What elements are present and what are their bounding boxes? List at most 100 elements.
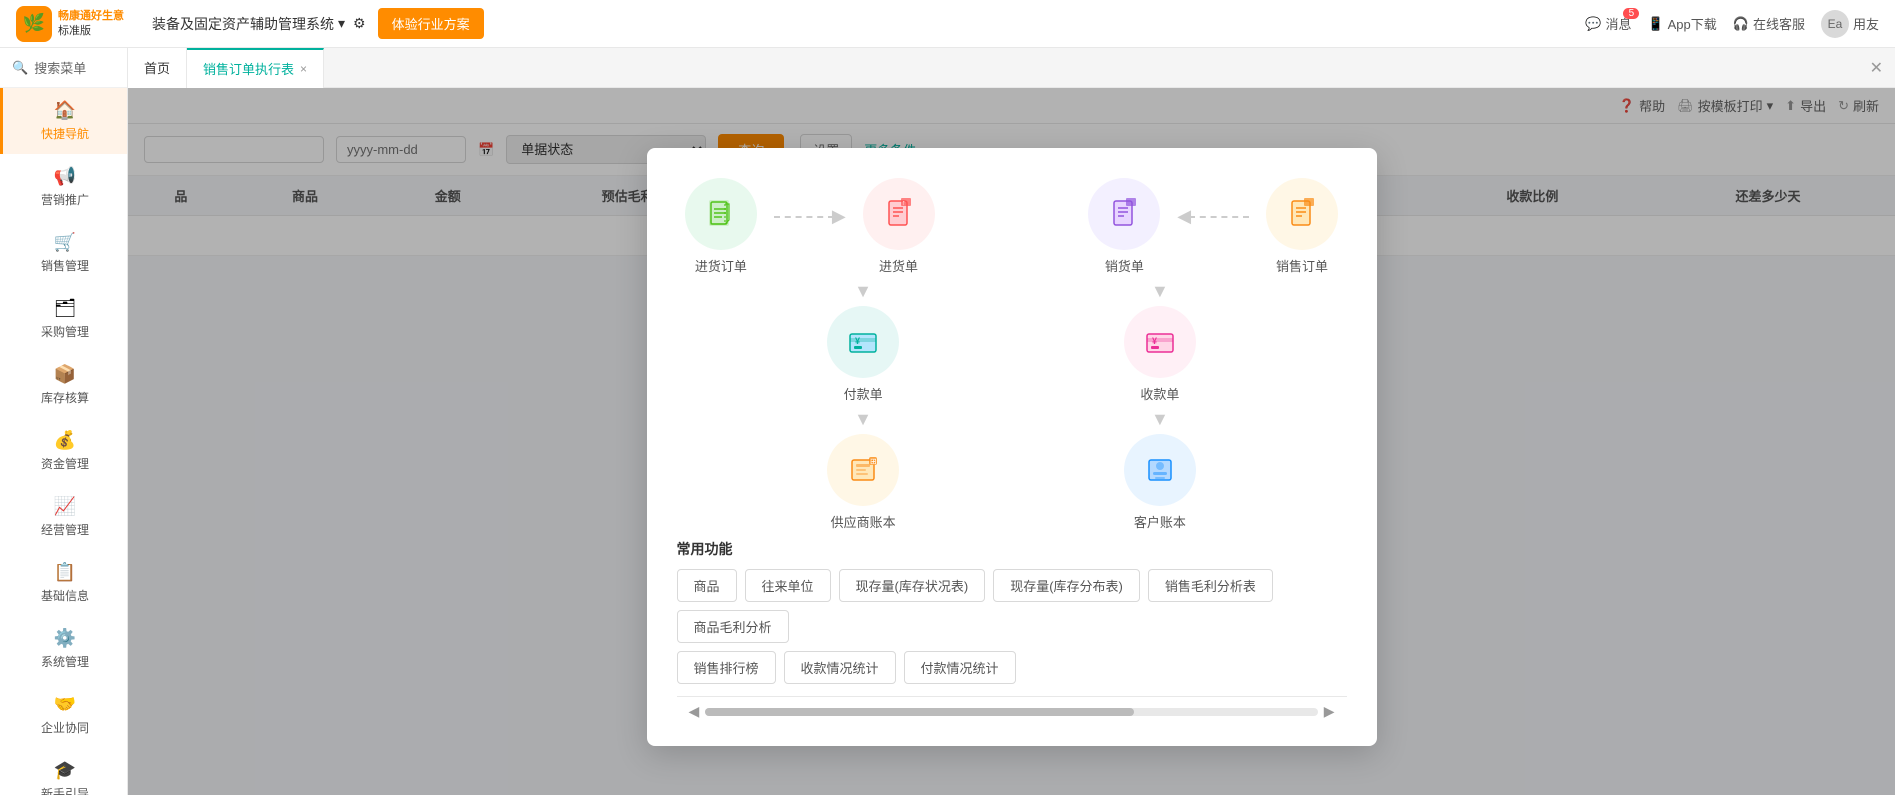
message-icon: 💬 (1585, 16, 1601, 32)
close-all-tabs-btn[interactable]: ✕ (1858, 58, 1895, 78)
sales-order-node[interactable] (1266, 178, 1338, 250)
app-wrapper: 🌿 畅康通好生意 标准版 装备及固定资产辅助管理系统 ▾ ⚙ 体验行业方案 💬 … (0, 0, 1895, 795)
search-icon: 🔍 (12, 60, 28, 76)
sidebar-item-operation[interactable]: 📈 经营管理 (0, 484, 127, 550)
marketing-icon: 📢 (54, 166, 76, 187)
system-title-text: 装备及固定资产辅助管理系统 (152, 14, 334, 34)
message-btn[interactable]: 💬 消息 5 (1585, 14, 1631, 33)
sidebar-item-basic[interactable]: 📋 基础信息 (0, 550, 127, 616)
sales-bill-node[interactable] (1088, 178, 1160, 250)
sidebar-item-quick[interactable]: 🏠 快捷导航 (0, 88, 127, 154)
modal-box: 进货订单 ▶ ↑ (647, 148, 1377, 746)
svg-text:¥: ¥ (855, 336, 860, 346)
func-buttons: 商品 往来单位 现存量(库存状况表) 现存量(库存分布表) 销售毛利分析表 商品… (677, 569, 1347, 643)
trial-button[interactable]: 体验行业方案 (378, 8, 484, 39)
down-arrows-row-2: ▼ ▼ (677, 409, 1347, 430)
message-badge: 5 (1623, 8, 1639, 19)
down-arrow-purchase: ▼ (827, 281, 899, 302)
s3 (1248, 409, 1320, 430)
sidebar-guide-label: 新手引导 (41, 785, 89, 795)
sales-bill-label: 销货单 (1105, 256, 1144, 275)
quick-func-section: 常用功能 商品 往来单位 现存量(库存状况表) 现存量(库存分布表) 销售毛利分… (677, 539, 1347, 684)
func-btn-partner[interactable]: 往来单位 (745, 569, 831, 602)
logo-line1: 畅康通好生意 (58, 9, 124, 23)
sidebar-operation-label: 经营管理 (41, 521, 89, 538)
service-label: 在线客服 (1753, 14, 1805, 33)
operation-icon: 📈 (54, 496, 76, 517)
flow-item-supplier-account: ⊞ 供应商账本 (827, 434, 899, 531)
sidebar-purchase-label: 采购管理 (41, 323, 89, 340)
purchase-bill-label: 进货单 (879, 256, 918, 275)
sales-order-label: 销售订单 (1276, 256, 1328, 275)
service-btn[interactable]: 🎧 在线客服 (1733, 14, 1805, 33)
spacer-down-2 (1248, 281, 1320, 302)
payment-node[interactable]: ¥ (827, 306, 899, 378)
flow-row-1: 进货订单 ▶ ↑ (677, 178, 1347, 275)
sidebar-item-marketing[interactable]: 📢 营销推广 (0, 154, 127, 220)
dropdown-icon[interactable]: ▾ (338, 15, 345, 32)
quick-func-title: 常用功能 (677, 539, 1347, 559)
app-download-btn[interactable]: 📱 App下载 (1647, 14, 1716, 33)
sidebar-item-guide[interactable]: 🎓 新手引导 (0, 748, 127, 795)
gear-icon[interactable]: ⚙ (353, 15, 366, 32)
supplier-account-node[interactable]: ⊞ (827, 434, 899, 506)
svg-text:⊞: ⊞ (870, 457, 877, 466)
purchase-icon: 🗂 (54, 298, 77, 319)
sidebar-item-inventory[interactable]: 📦 库存核算 (0, 352, 127, 418)
func-btn-sales-rank[interactable]: 销售排行榜 (677, 651, 776, 684)
sidebar-item-system[interactable]: ⚙️ 系统管理 (0, 616, 127, 682)
func-btn-sales-gross[interactable]: 销售毛利分析表 (1148, 569, 1273, 602)
sales-icon: 🛒 (54, 232, 76, 253)
purchase-order-node[interactable] (685, 178, 757, 250)
purchase-bill-node[interactable]: ↑ (863, 178, 935, 250)
func-btn-stock-status[interactable]: 现存量(库存状况表) (839, 569, 986, 602)
logo-text: 畅康通好生意 标准版 (58, 9, 124, 38)
logo-area: 🌿 畅康通好生意 标准版 (16, 6, 144, 42)
func-btn-product-gross[interactable]: 商品毛利分析 (677, 610, 789, 643)
scroll-bar-area: ◀ ▶ (677, 696, 1347, 726)
sidebar-item-sales[interactable]: 🛒 销售管理 (0, 220, 127, 286)
sidebar-quick-label: 快捷导航 (41, 125, 89, 142)
func-btn-stock-dist[interactable]: 现存量(库存分布表) (993, 569, 1140, 602)
flow-item-purchase-order: 进货订单 (685, 178, 757, 275)
scroll-right-btn[interactable]: ▶ (1324, 703, 1335, 720)
flow-row-2: ¥ 付款单 ¥ 收款单 (677, 306, 1347, 403)
sidebar-item-finance[interactable]: 💰 资金管理 (0, 418, 127, 484)
func-btn-payment-stats[interactable]: 付款情况统计 (904, 651, 1016, 684)
search-menu[interactable]: 🔍 搜索菜单 (0, 48, 127, 88)
svg-text:↑: ↑ (902, 200, 906, 207)
flow-item-customer-account: 客户账本 (1124, 434, 1196, 531)
top-bar: 🌿 畅康通好生意 标准版 装备及固定资产辅助管理系统 ▾ ⚙ 体验行业方案 💬 … (0, 0, 1895, 48)
receipt-node[interactable]: ¥ (1124, 306, 1196, 378)
customer-account-node[interactable] (1124, 434, 1196, 506)
scroll-track (705, 708, 1317, 716)
flow-item-sales-bill: 销货单 (1088, 178, 1160, 275)
scroll-thumb[interactable] (705, 708, 1134, 716)
tab-close-icon[interactable]: × (300, 62, 307, 76)
func-buttons-row2: 销售排行榜 收款情况统计 付款情况统计 (677, 651, 1347, 684)
sidebar-item-purchase[interactable]: 🗂 采购管理 (0, 286, 127, 352)
sidebar: 🔍 搜索菜单 🏠 快捷导航 📢 营销推广 🛒 销售管理 🗂 采购管理 📦 (0, 48, 128, 795)
arrow-1: ▶ (774, 206, 846, 227)
tab-sales-order[interactable]: 销售订单执行表 × (187, 48, 324, 88)
user-btn[interactable]: Ea 用友 (1821, 10, 1879, 38)
tab-home[interactable]: 首页 (128, 48, 187, 88)
sidebar-inventory-label: 库存核算 (41, 389, 89, 406)
search-menu-label: 搜索菜单 (34, 58, 86, 77)
flow-item-payment: ¥ 付款单 (827, 306, 899, 403)
scroll-left-btn[interactable]: ◀ (689, 703, 700, 720)
func-btn-receipt-stats[interactable]: 收款情况统计 (784, 651, 896, 684)
app-label: App下载 (1668, 14, 1717, 33)
flow-item-receipt: ¥ 收款单 (1124, 306, 1196, 403)
func-btn-product[interactable]: 商品 (677, 569, 737, 602)
system-icon: ⚙️ (54, 628, 76, 649)
sidebar-system-label: 系统管理 (41, 653, 89, 670)
collab-icon: 🤝 (54, 694, 76, 715)
modal-overlay: 进货订单 ▶ ↑ (128, 88, 1895, 795)
spacer-mid (951, 281, 1071, 302)
purchase-order-label: 进货订单 (695, 256, 747, 275)
down-arrows-row: ▼ ▼ (677, 281, 1347, 302)
user-label: 用友 (1853, 14, 1879, 33)
tab-bar: 首页 销售订单执行表 × ✕ (128, 48, 1895, 88)
sidebar-item-collab[interactable]: 🤝 企业协同 (0, 682, 127, 748)
